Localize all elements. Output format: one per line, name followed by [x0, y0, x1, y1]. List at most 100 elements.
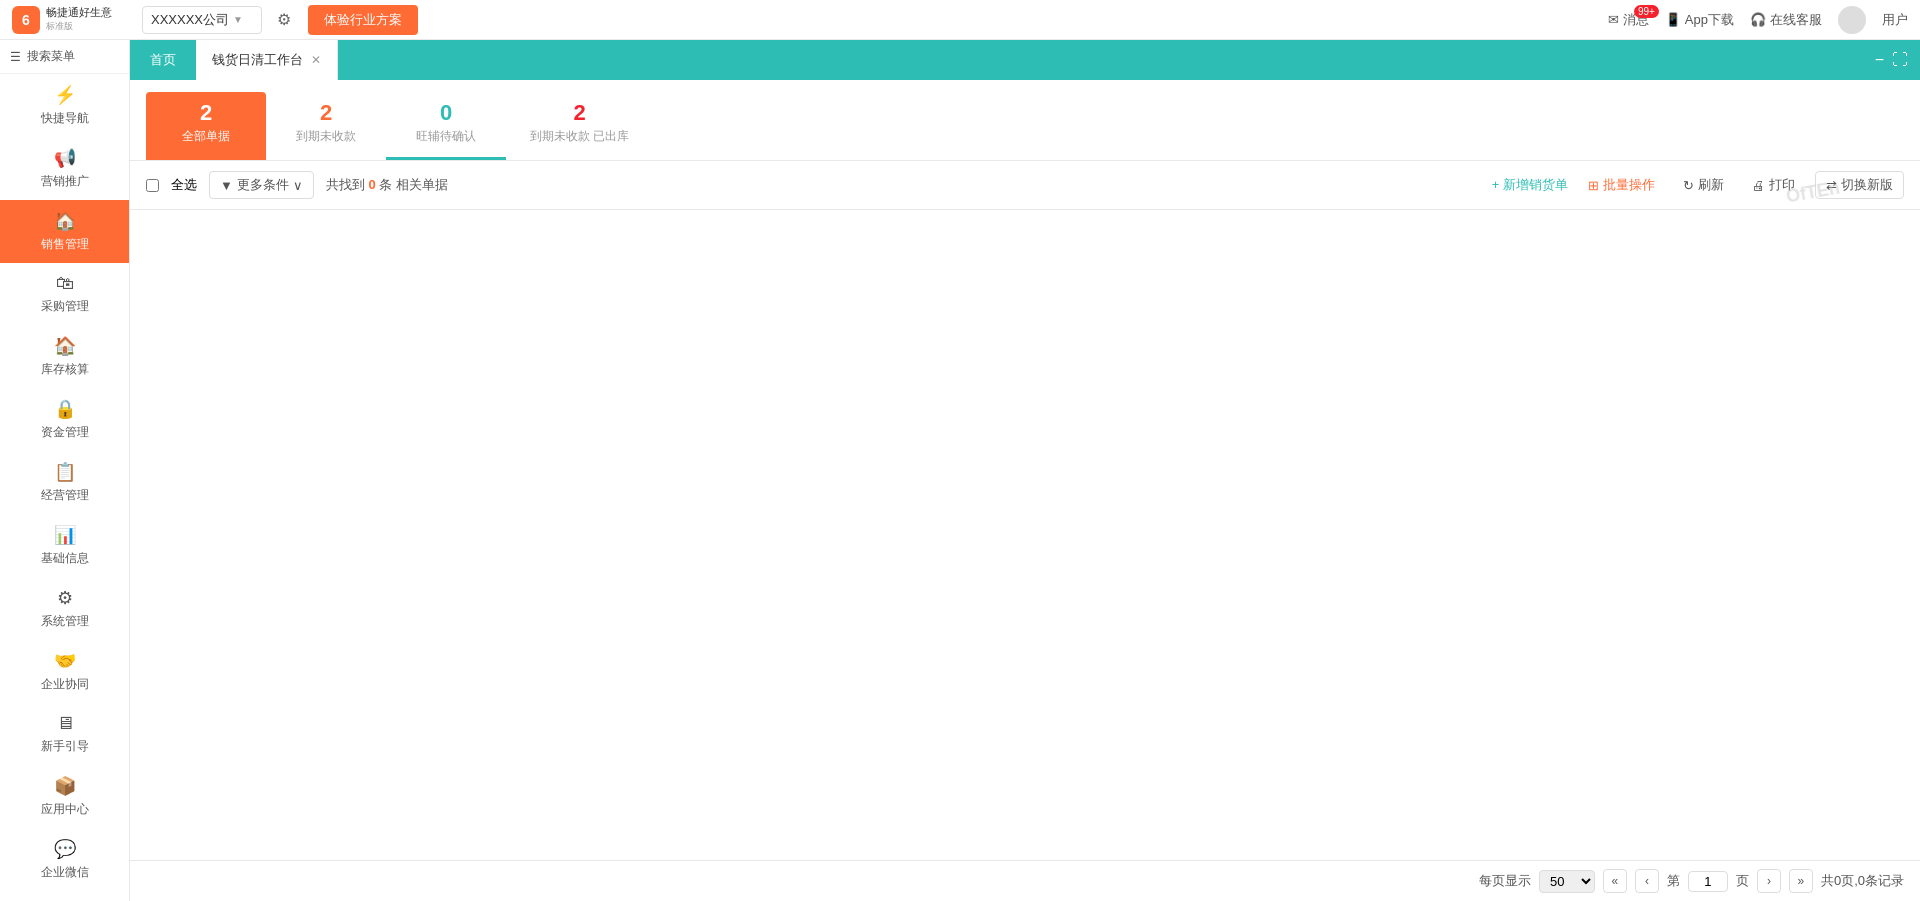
switch-version-button[interactable]: ⇄ 切换新版	[1815, 171, 1904, 199]
stats-tab-overdue[interactable]: 2 到期未收款	[266, 92, 386, 160]
stats-tab-all[interactable]: 2 全部单据	[146, 92, 266, 160]
batch-operation-button[interactable]: ⊞ 批量操作	[1580, 172, 1663, 198]
inventory-icon: 🏠	[54, 335, 76, 357]
minimize-icon[interactable]: −	[1875, 51, 1884, 69]
sidebar-item-guide[interactable]: 🖥 新手引导	[0, 703, 129, 765]
found-count-num: 0	[369, 177, 376, 192]
first-page-button[interactable]: «	[1603, 869, 1627, 893]
cooperation-icon: 🤝	[54, 650, 76, 672]
stats-num-all: 2	[170, 100, 242, 126]
sidebar-item-label: 库存核算	[41, 361, 89, 378]
refresh-icon: ↻	[1683, 178, 1694, 193]
tab-active[interactable]: 钱货日清工作台 ✕	[196, 40, 338, 80]
per-page-label: 每页显示	[1479, 872, 1531, 890]
stats-num-overdue: 2	[290, 100, 362, 126]
app-download-label: App下载	[1685, 11, 1734, 29]
trial-button[interactable]: 体验行业方案	[308, 5, 418, 35]
select-all-checkbox[interactable]	[146, 179, 159, 192]
system-icon: ⚙	[57, 587, 73, 609]
search-menu-item[interactable]: ☰ 搜索菜单	[0, 40, 129, 74]
purchase-icon: 🛍	[56, 273, 74, 294]
logo-icon: 6	[12, 6, 40, 34]
chevron-down-icon: ∨	[293, 178, 303, 193]
select-all-label: 全选	[171, 176, 197, 194]
print-icon: 🖨	[1752, 178, 1765, 193]
operation-icon: 📋	[54, 461, 76, 483]
logo-name: 畅捷通好生意	[46, 6, 112, 19]
refresh-button[interactable]: ↻ 刷新	[1675, 172, 1732, 198]
tab-close-icon[interactable]: ✕	[311, 53, 321, 67]
header-right: ✉ 消息 99+ 📱 App下载 🎧 在线客服 用户	[1608, 6, 1908, 34]
stats-num-wangpu: 0	[410, 100, 482, 126]
tab-bar-actions: − ⛶	[1863, 40, 1920, 80]
company-selector[interactable]: XXXXXX公司 ▼	[142, 6, 262, 34]
toolbar-right: + 新增销货单 ⊞ 批量操作 ↻ 刷新 🖨 打印 ⇄	[1492, 171, 1904, 199]
tab-label: 钱货日清工作台	[212, 51, 303, 69]
sidebar-item-label: 企业微信	[41, 864, 89, 881]
message-icon: ✉	[1608, 12, 1619, 27]
stats-label-wangpu: 旺辅待确认	[410, 128, 482, 145]
sidebar-item-quick-nav[interactable]: ⚡ 快捷导航	[0, 74, 129, 137]
message-item[interactable]: ✉ 消息 99+	[1608, 11, 1649, 29]
print-label: 打印	[1769, 176, 1795, 194]
logo-area: 6 畅捷通好生意 标准版	[12, 6, 142, 34]
maximize-icon[interactable]: ⛶	[1892, 51, 1908, 69]
settings-icon[interactable]: ⚙	[270, 6, 298, 34]
filter-button[interactable]: ▼ 更多条件 ∨	[209, 171, 314, 199]
sidebar-item-wechat[interactable]: 💬 企业微信	[0, 828, 129, 891]
avatar[interactable]	[1838, 6, 1866, 34]
stats-tab-shipped[interactable]: 2 到期未收款 已出库	[506, 92, 653, 160]
total-records: 共0页,0条记录	[1821, 872, 1904, 890]
sidebar-item-system[interactable]: ⚙ 系统管理	[0, 577, 129, 640]
print-button[interactable]: 🖨 打印	[1744, 172, 1803, 198]
last-page-button[interactable]: »	[1789, 869, 1813, 893]
sidebar-item-label: 资金管理	[41, 424, 89, 441]
new-sale-button[interactable]: + 新增销货单	[1492, 176, 1568, 194]
stats-label-shipped: 到期未收款 已出库	[530, 128, 629, 145]
sidebar-item-app-center[interactable]: 📦 应用中心	[0, 765, 129, 828]
per-page-select[interactable]: 50 100	[1539, 870, 1595, 893]
sidebar-item-label: 应用中心	[41, 801, 89, 818]
sidebar-item-marketing[interactable]: 📢 营销推广	[0, 137, 129, 200]
headset-icon: 🎧	[1750, 12, 1766, 27]
sidebar-item-label: 快捷导航	[41, 110, 89, 127]
company-name: XXXXXX公司	[151, 11, 229, 29]
filter-icon: ▼	[220, 178, 233, 193]
search-icon: ☰	[10, 50, 21, 64]
megaphone-icon: 📢	[54, 147, 76, 169]
online-support-label: 在线客服	[1770, 11, 1822, 29]
page-input[interactable]	[1688, 871, 1728, 892]
baseinfo-icon: 📊	[54, 524, 76, 546]
sidebar-item-sales[interactable]: 🏠 销售管理	[0, 200, 129, 263]
sidebar-item-label: 采购管理	[41, 298, 89, 315]
app-download-item[interactable]: 📱 App下载	[1665, 11, 1734, 29]
stats-num-shipped: 2	[530, 100, 629, 126]
refresh-label: 刷新	[1698, 176, 1724, 194]
batch-label: 批量操作	[1603, 176, 1655, 194]
app-download-icon: 📱	[1665, 12, 1681, 27]
page-suffix: 页	[1736, 872, 1749, 890]
sidebar-item-inventory[interactable]: 🏠 库存核算	[0, 325, 129, 388]
sidebar-item-purchase[interactable]: 🛍 采购管理	[0, 263, 129, 325]
tab-home[interactable]: 首页	[130, 40, 196, 80]
page-content: 2 全部单据 2 到期未收款 0 旺辅待确认 2 到期未收款 已出库	[130, 80, 1920, 901]
toolbar: 全选 ▼ 更多条件 ∨ 共找到 0 条 相关单据 + 新增销货单 ⊞ 批量操作	[130, 161, 1920, 210]
stats-tab-wangpu[interactable]: 0 旺辅待确认	[386, 92, 506, 160]
lightning-icon: ⚡	[54, 84, 76, 106]
finance-icon: 🔒	[54, 398, 76, 420]
main-layout: ☰ 搜索菜单 ⚡ 快捷导航 📢 营销推广 🏠 销售管理 🛍 采购管理 🏠 库存核…	[0, 40, 1920, 901]
sidebar-item-member[interactable]: V 畅会员	[0, 891, 129, 901]
tab-bar: 首页 钱货日清工作台 ✕ − ⛶	[130, 40, 1920, 80]
sidebar-item-operation[interactable]: 📋 经营管理	[0, 451, 129, 514]
sidebar-item-finance[interactable]: 🔒 资金管理	[0, 388, 129, 451]
prev-page-button[interactable]: ‹	[1635, 869, 1659, 893]
stats-label-all: 全部单据	[170, 128, 242, 145]
stats-tabs: 2 全部单据 2 到期未收款 0 旺辅待确认 2 到期未收款 已出库	[130, 80, 1920, 161]
sidebar-item-cooperation[interactable]: 🤝 企业协同	[0, 640, 129, 703]
next-page-button[interactable]: ›	[1757, 869, 1781, 893]
sidebar-item-base-info[interactable]: 📊 基础信息	[0, 514, 129, 577]
message-badge: 99+	[1634, 5, 1659, 18]
online-support-item[interactable]: 🎧 在线客服	[1750, 11, 1822, 29]
guide-icon: 🖥	[56, 713, 74, 734]
sidebar-item-label: 系统管理	[41, 613, 89, 630]
